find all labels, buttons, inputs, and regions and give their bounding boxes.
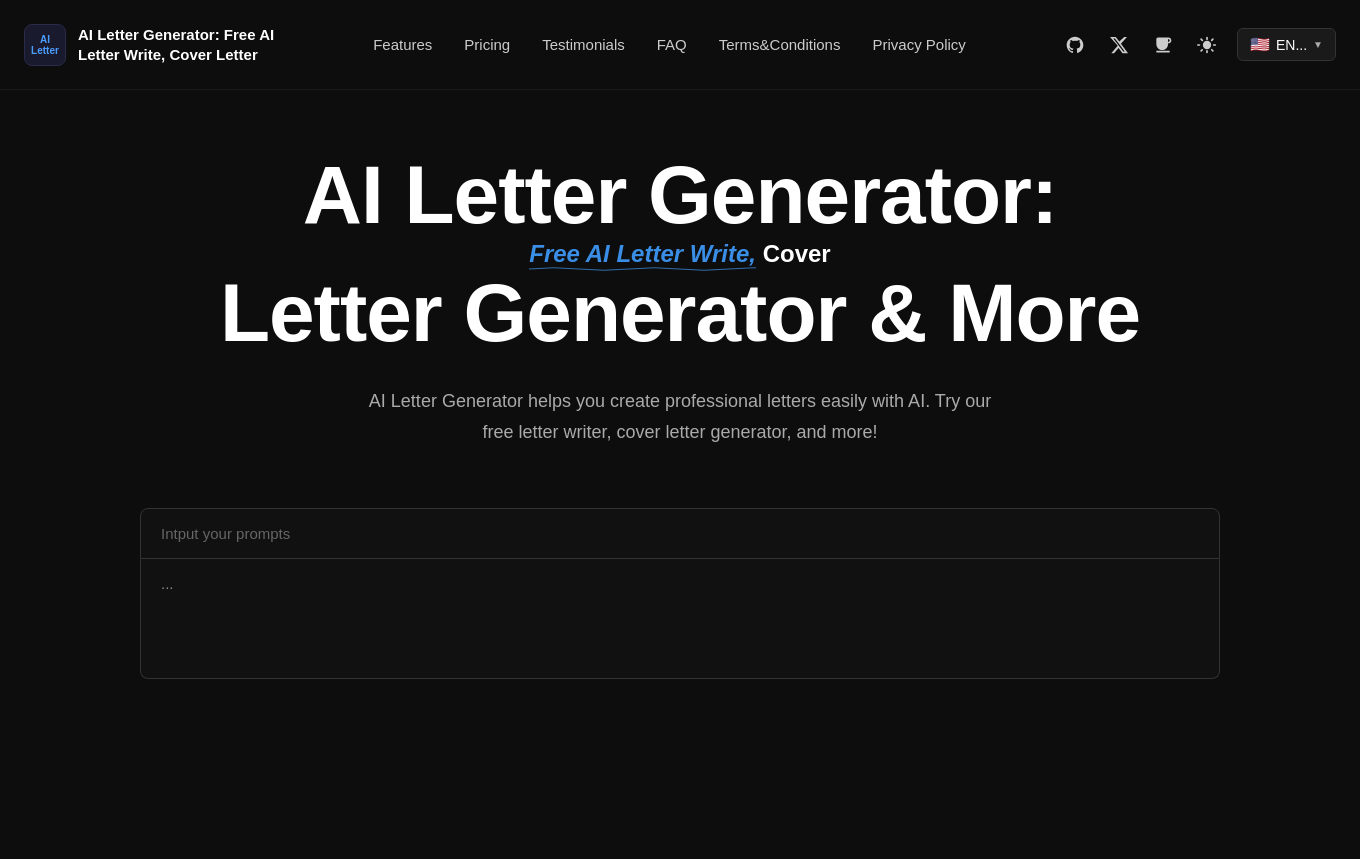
hero-title-line3: Letter Generator & More [220, 267, 1140, 358]
output-box: ... [140, 559, 1220, 679]
language-selector[interactable]: 🇺🇸 EN... ▼ [1237, 28, 1336, 61]
nav-link-features[interactable]: Features [373, 36, 432, 53]
nav-link-terms[interactable]: Terms&Conditions [719, 36, 841, 53]
language-flag: 🇺🇸 [1250, 35, 1270, 54]
theme-toggle-button[interactable] [1193, 31, 1221, 59]
nav-links: Features Pricing Testimonials FAQ Terms&… [373, 36, 966, 53]
hero-subtitle: AI Letter Generator helps you create pro… [360, 386, 1000, 447]
nav-right-actions: 🇺🇸 EN... ▼ [1061, 28, 1336, 61]
twitter-button[interactable] [1105, 31, 1133, 59]
logo-icon: AI Letter [24, 24, 66, 66]
hero-title-line2-white: Cover [756, 240, 831, 267]
github-button[interactable] [1061, 31, 1089, 59]
prompt-input[interactable] [140, 508, 1220, 559]
output-placeholder: ... [161, 575, 174, 592]
hero-heading: AI Letter Generator: Free AI Letter Writ… [220, 150, 1140, 358]
github-icon [1065, 35, 1085, 55]
nav-link-privacy[interactable]: Privacy Policy [872, 36, 965, 53]
coffee-icon [1153, 35, 1173, 55]
hero-title-blue: Free AI Letter Write, [529, 240, 756, 267]
hero-section: AI Letter Generator: Free AI Letter Writ… [0, 90, 1360, 488]
twitter-icon [1109, 35, 1129, 55]
language-code: EN... [1276, 37, 1307, 53]
sun-icon [1197, 35, 1217, 55]
hero-title-line1: AI Letter Generator: [303, 149, 1058, 240]
site-title: AI Letter Generator: Free AI Letter Writ… [78, 25, 278, 64]
nav-link-pricing[interactable]: Pricing [464, 36, 510, 53]
input-section: ... [0, 508, 1360, 679]
chevron-down-icon: ▼ [1313, 39, 1323, 50]
nav-link-faq[interactable]: FAQ [657, 36, 687, 53]
nav-brand: AI Letter AI Letter Generator: Free AI L… [24, 24, 278, 66]
coffee-button[interactable] [1149, 31, 1177, 59]
hero-title-line2: Free AI Letter Write, Cover [529, 240, 830, 268]
navbar: AI Letter AI Letter Generator: Free AI L… [0, 0, 1360, 90]
nav-link-testimonials[interactable]: Testimonials [542, 36, 625, 53]
